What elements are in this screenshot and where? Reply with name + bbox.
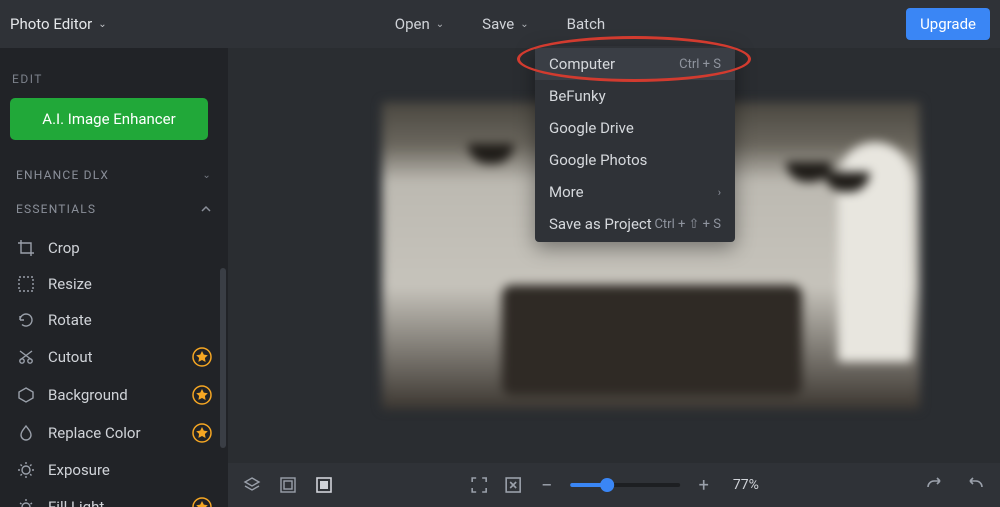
save-dropdown: Computer Ctrl + S BeFunky Google Drive G… [535,46,735,242]
layers-icon[interactable] [242,475,262,495]
tool-rotate[interactable]: Rotate [10,302,218,338]
grid-icon[interactable] [314,475,334,495]
open-label: Open [395,15,430,33]
tool-label: Replace Color [48,424,141,442]
fit-screen-icon[interactable] [469,475,489,495]
tool-label: Background [48,386,128,404]
chevron-right-icon: › [718,186,721,199]
tool-resize[interactable]: Resize [10,266,218,302]
bottom-center-group: − + 77% [469,473,759,497]
chevron-down-icon: ⌄ [202,170,212,181]
premium-star-icon [192,385,212,405]
bottom-left-group [242,475,334,495]
chevron-down-icon: ⌄ [98,19,106,30]
dd-label: Computer [549,55,615,73]
ai-enhancer-button[interactable]: A.I. Image Enhancer [10,98,208,140]
upgrade-button[interactable]: Upgrade [906,8,990,40]
tool-label: Rotate [48,311,92,329]
compare-icon[interactable] [278,475,298,495]
chevron-up-icon [200,203,212,215]
zoom-slider-group [571,483,681,487]
replace-color-icon [16,424,36,442]
save-more-item[interactable]: More › [535,176,735,208]
tool-label: Exposure [48,461,110,479]
top-bar: Photo Editor ⌄ Open ⌄ Save ⌄ Batch Upgra… [0,0,1000,48]
open-menu[interactable]: Open ⌄ [395,15,444,33]
zoom-out-button[interactable]: − [537,473,556,497]
premium-star-icon [192,497,212,507]
premium-star-icon [192,347,212,367]
resize-icon [16,275,36,293]
batch-menu[interactable]: Batch [567,15,606,33]
dd-label: BeFunky [549,87,606,105]
section-label: ESSENTIALS [16,202,96,216]
chevron-down-icon: ⌄ [520,19,528,30]
section-essentials[interactable]: ESSENTIALS [10,192,218,226]
premium-star-icon [192,423,212,443]
actual-size-icon[interactable] [503,475,523,495]
save-label: Save [482,15,514,33]
save-gdrive-item[interactable]: Google Drive [535,112,735,144]
save-computer-item[interactable]: Computer Ctrl + S [535,48,735,80]
tool-label: Crop [48,239,80,257]
dd-label: More [549,183,584,201]
tool-cutout[interactable]: Cutout [10,338,218,376]
edit-section-label: EDIT [12,72,218,86]
chevron-down-icon: ⌄ [436,19,444,30]
bottom-right-group [924,475,986,495]
fill-light-icon [16,498,36,507]
batch-label: Batch [567,15,606,33]
dd-label: Google Photos [549,151,647,169]
crop-icon [16,239,36,257]
dd-label: Google Drive [549,119,634,137]
bottom-toolbar: − + 77% [228,463,1000,507]
dd-shortcut: Ctrl + S [679,57,721,72]
zoom-slider-thumb[interactable] [601,478,615,492]
save-menu[interactable]: Save ⌄ [482,15,528,33]
save-gphotos-item[interactable]: Google Photos [535,144,735,176]
undo-icon[interactable] [964,475,986,495]
brand-label: Photo Editor [10,15,92,33]
cutout-icon [16,348,36,366]
background-icon [16,386,36,404]
save-as-project-item[interactable]: Save as Project Ctrl + ⇧ + S [535,208,735,240]
tool-background[interactable]: Background [10,376,218,414]
exposure-icon [16,461,36,479]
zoom-percent: 77% [733,477,759,493]
top-center-menu: Open ⌄ Save ⌄ Batch [395,15,605,33]
tool-label: Cutout [48,348,93,366]
tool-exposure[interactable]: Exposure [10,452,218,488]
tool-label: Fill Light [48,498,104,507]
dd-label: Save as Project [549,215,652,233]
section-enhance-dlx[interactable]: ENHANCE DLX ⌄ [10,158,218,192]
tool-replace-color[interactable]: Replace Color [10,414,218,452]
save-befunky-item[interactable]: BeFunky [535,80,735,112]
rotate-icon [16,311,36,329]
sidebar: EDIT A.I. Image Enhancer ENHANCE DLX ⌄ E… [0,48,228,507]
section-label: ENHANCE DLX [16,168,109,182]
zoom-in-button[interactable]: + [695,475,713,496]
sidebar-scrollbar[interactable] [220,268,226,448]
tool-label: Resize [48,275,92,293]
tool-fill-light[interactable]: Fill Light [10,488,218,507]
redo-icon[interactable] [924,475,946,495]
tool-list: Crop Resize Rotate Cutout Background Rep… [10,230,218,507]
zoom-slider[interactable] [571,483,681,487]
brand-dropdown[interactable]: Photo Editor ⌄ [10,15,107,33]
tool-crop[interactable]: Crop [10,230,218,266]
dd-shortcut: Ctrl + ⇧ + S [654,217,721,232]
